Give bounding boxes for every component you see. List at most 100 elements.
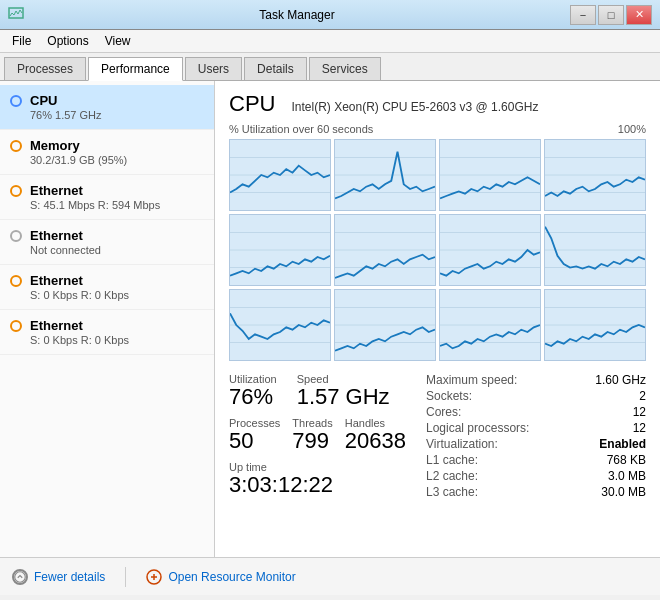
menu-options[interactable]: Options [39,32,96,50]
fewer-details-label: Fewer details [34,570,105,584]
cpu-title: CPU [229,91,275,117]
l2-label: L2 cache: [426,469,478,483]
sidebar-item-ethernet4[interactable]: Ethernet S: 0 Kbps R: 0 Kbps [0,310,214,355]
ethernet4-detail: S: 0 Kbps R: 0 Kbps [30,334,204,346]
logical-label: Logical processors: [426,421,529,435]
app-icon [8,7,24,23]
stats-row1: Utilization 76% Speed 1.57 GHz [229,373,416,409]
cpu-header: CPU Intel(R) Xeon(R) CPU E5-2603 v3 @ 1.… [229,91,646,117]
minimize-button[interactable]: − [570,5,596,25]
sys-info-panel: Maximum speed: 1.60 GHz Sockets: 2 Cores… [426,373,646,501]
close-button[interactable]: ✕ [626,5,652,25]
window-title: Task Manager [24,8,570,22]
processes-stat-value: 50 [229,429,280,453]
l1-value: 768 KB [607,453,646,467]
cpu-graph-1 [229,139,331,211]
open-resource-monitor-label: Open Resource Monitor [168,570,295,584]
max-speed-value: 1.60 GHz [595,373,646,387]
sidebar-item-ethernet3[interactable]: Ethernet S: 0 Kbps R: 0 Kbps [0,265,214,310]
cpu-graph-4 [544,139,646,211]
sys-info-sockets: Sockets: 2 [426,389,646,403]
handles-stat-value: 20638 [345,429,406,453]
right-panel: CPU Intel(R) Xeon(R) CPU E5-2603 v3 @ 1.… [215,81,660,557]
cpu-graph-2 [334,139,436,211]
maximize-button[interactable]: □ [598,5,624,25]
ethernet2-status-dot [10,230,22,242]
sys-info-l2: L2 cache: 3.0 MB [426,469,646,483]
memory-status-dot [10,140,22,152]
sidebar: CPU 76% 1.57 GHz Memory 30.2/31.9 GB (95… [0,81,215,557]
memory-detail: 30.2/31.9 GB (95%) [30,154,204,166]
open-resource-monitor-button[interactable]: Open Resource Monitor [146,569,295,585]
menu-bar: File Options View [0,30,660,53]
sys-info-logical: Logical processors: 12 [426,421,646,435]
stats-left: Utilization 76% Speed 1.57 GHz Processes… [229,373,416,501]
tab-details[interactable]: Details [244,57,307,80]
ethernet4-label: Ethernet [30,318,204,333]
uptime-stat-value: 3:03:12:22 [229,473,416,497]
sidebar-item-ethernet1[interactable]: Ethernet S: 45.1 Mbps R: 594 Mbps [0,175,214,220]
stat-threads: Threads 799 [292,417,332,453]
utilization-stat-value: 76% [229,385,277,409]
sockets-label: Sockets: [426,389,472,403]
tab-users[interactable]: Users [185,57,242,80]
cpu-graph-3 [439,139,541,211]
stat-handles: Handles 20638 [345,417,406,453]
l2-value: 3.0 MB [608,469,646,483]
l3-value: 30.0 MB [601,485,646,499]
resource-monitor-icon [146,569,162,585]
ethernet4-status-dot [10,320,22,332]
cpu-status-dot [10,95,22,107]
sidebar-item-cpu[interactable]: CPU 76% 1.57 GHz [0,85,214,130]
l3-label: L3 cache: [426,485,478,499]
threads-stat-value: 799 [292,429,332,453]
cpu-label: CPU [30,93,204,108]
sys-info-max-speed: Maximum speed: 1.60 GHz [426,373,646,387]
title-bar: Task Manager − □ ✕ [0,0,660,30]
ethernet1-status-dot [10,185,22,197]
logical-value: 12 [633,421,646,435]
bottom-divider [125,567,126,587]
cpu-graph-6 [334,214,436,286]
main-content: CPU 76% 1.57 GHz Memory 30.2/31.9 GB (95… [0,81,660,557]
tab-processes[interactable]: Processes [4,57,86,80]
max-speed-label: Maximum speed: [426,373,517,387]
tab-performance[interactable]: Performance [88,57,183,81]
ethernet3-detail: S: 0 Kbps R: 0 Kbps [30,289,204,301]
tab-services[interactable]: Services [309,57,381,80]
cpu-graph-12 [544,289,646,361]
virtualization-value: Enabled [599,437,646,451]
ethernet2-label: Ethernet [30,228,204,243]
menu-view[interactable]: View [97,32,139,50]
cores-value: 12 [633,405,646,419]
sys-info-l1: L1 cache: 768 KB [426,453,646,467]
memory-label: Memory [30,138,204,153]
speed-stat-value: 1.57 GHz [297,385,390,409]
cpu-graph-5 [229,214,331,286]
sockets-value: 2 [639,389,646,403]
cpu-graph-8 [544,214,646,286]
ethernet1-label: Ethernet [30,183,204,198]
virtualization-label: Virtualization: [426,437,498,451]
bottom-bar: Fewer details Open Resource Monitor [0,557,660,595]
window-controls[interactable]: − □ ✕ [570,5,652,25]
menu-file[interactable]: File [4,32,39,50]
utilization-max: 100% [618,123,646,135]
stat-uptime: Up time 3:03:12:22 [229,461,416,497]
svg-point-49 [15,571,26,582]
sidebar-item-ethernet2[interactable]: Ethernet Not connected [0,220,214,265]
stats-row2: Processes 50 Threads 799 Handles 20638 [229,417,416,453]
stat-utilization: Utilization 76% [229,373,277,409]
ethernet1-detail: S: 45.1 Mbps R: 594 Mbps [30,199,204,211]
tab-bar: Processes Performance Users Details Serv… [0,53,660,81]
sidebar-item-memory[interactable]: Memory 30.2/31.9 GB (95%) [0,130,214,175]
cpu-graph-7 [439,214,541,286]
fewer-details-button[interactable]: Fewer details [12,569,105,585]
cpu-graph-11 [439,289,541,361]
ethernet3-status-dot [10,275,22,287]
ethernet2-detail: Not connected [30,244,204,256]
stat-processes: Processes 50 [229,417,280,453]
cpu-graph-grid [229,139,646,361]
ethernet3-label: Ethernet [30,273,204,288]
fewer-details-icon [12,569,28,585]
